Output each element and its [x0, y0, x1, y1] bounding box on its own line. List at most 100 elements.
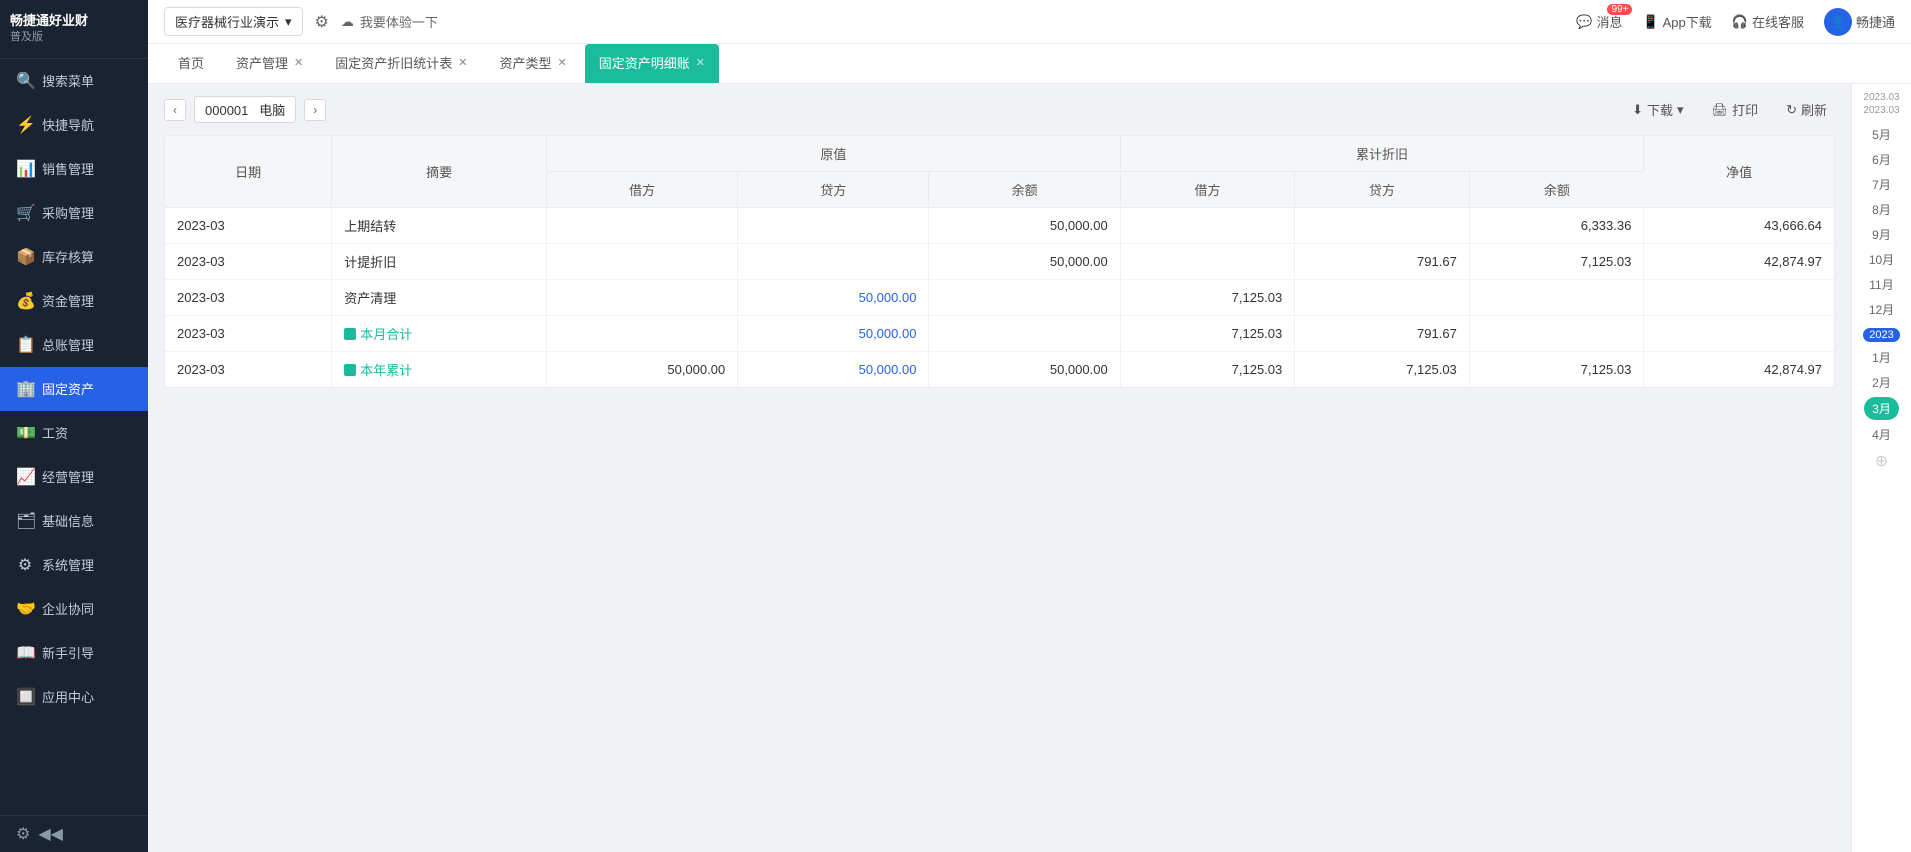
- timeline-month-item[interactable]: 11月: [1856, 272, 1907, 297]
- tab-asset-detail-close[interactable]: ✕: [696, 56, 705, 69]
- timeline-month-item[interactable]: 5月: [1856, 122, 1907, 147]
- sidebar-label-collab: 企业协同: [42, 599, 132, 618]
- sidebar-icon-apps: 🔲: [16, 687, 34, 707]
- cell-orig-debit: [546, 244, 737, 280]
- refresh-button[interactable]: ↻ 刷新: [1778, 96, 1835, 123]
- sidebar-item-quick-nav[interactable]: ⚡快捷导航: [0, 103, 148, 147]
- timeline-month-item[interactable]: 7月: [1856, 172, 1907, 197]
- tab-depreciation-stats[interactable]: 固定资产折旧统计表 ✕: [321, 44, 481, 83]
- cell-accum-debit: 7,125.03: [1120, 280, 1295, 316]
- tab-asset-mgmt-close[interactable]: ✕: [294, 56, 303, 69]
- sidebar-item-system[interactable]: ⚙系统管理: [0, 543, 148, 587]
- sidebar-label-purchase: 采购管理: [42, 203, 132, 222]
- next-asset-button[interactable]: ›: [304, 99, 326, 121]
- timeline-month-item[interactable]: 12月: [1856, 297, 1907, 322]
- cell-net-value: 42,874.97: [1644, 244, 1834, 280]
- avatar-icon: 👤: [1831, 15, 1846, 29]
- timeline-month-item[interactable]: 9月: [1856, 222, 1907, 247]
- cell-accum-credit: [1295, 280, 1470, 316]
- tab-asset-detail[interactable]: 固定资产明细账 ✕: [585, 44, 719, 83]
- cell-summary: 计提折旧: [332, 244, 547, 280]
- timeline-month-item[interactable]: 8月: [1856, 197, 1907, 222]
- cell-orig-balance: 50,000.00: [929, 244, 1120, 280]
- avatar: 👤: [1824, 8, 1852, 36]
- sidebar-item-search[interactable]: 🔍搜索菜单: [0, 59, 148, 103]
- sidebar-label-quick-nav: 快捷导航: [42, 115, 132, 134]
- timeline-month-item[interactable]: 10月: [1856, 247, 1907, 272]
- sidebar-item-base-info[interactable]: 🗂基础信息: [0, 499, 148, 543]
- tab-asset-mgmt[interactable]: 资产管理 ✕: [222, 44, 317, 83]
- sidebar-icon-purchase: 🛒: [16, 203, 34, 223]
- download-chevron: ▾: [1677, 102, 1684, 118]
- sidebar-icon-search: 🔍: [16, 71, 34, 91]
- sidebar-item-apps[interactable]: 🔲 应用中心: [0, 675, 148, 719]
- timeline-year-item[interactable]: 2023: [1856, 322, 1907, 345]
- cell-orig-credit: 50,000.00: [738, 352, 929, 388]
- tab-asset-type[interactable]: 资产类型 ✕: [485, 44, 580, 83]
- download-button[interactable]: ⬇ 下载 ▾: [1624, 96, 1691, 123]
- tabs-bar: 首页 资产管理 ✕ 固定资产折旧统计表 ✕ 资产类型 ✕ 固定资产明细账 ✕: [148, 44, 1911, 84]
- cell-accum-credit: 791.67: [1295, 244, 1470, 280]
- company-selector[interactable]: 医疗器械行业演示 ▾: [164, 7, 303, 36]
- settings-button[interactable]: ⚙: [315, 12, 329, 32]
- download-app-button[interactable]: 📱 App下载: [1642, 12, 1711, 31]
- th-accum-balance: 余额: [1469, 172, 1644, 208]
- sidebar-item-collab[interactable]: 🤝企业协同: [0, 587, 148, 631]
- sidebar-icon-ledger: 📋: [16, 335, 34, 355]
- sidebar-label-operations: 经营管理: [42, 467, 132, 486]
- experience-button[interactable]: ☁ 我要体验一下: [341, 12, 438, 31]
- tab-home[interactable]: 首页: [164, 44, 218, 83]
- app-edition: 普及版: [10, 30, 138, 45]
- cell-orig-balance: [929, 280, 1120, 316]
- sidebar-item-purchase[interactable]: 🛒 采购管理: [0, 191, 148, 235]
- timeline-month-item[interactable]: 6月: [1856, 147, 1907, 172]
- sidebar-item-fixed-assets[interactable]: 🏢固定资产: [0, 367, 148, 411]
- timeline-month-item[interactable]: 1月: [1856, 345, 1907, 370]
- cell-orig-debit: [546, 208, 737, 244]
- cell-accum-debit: [1120, 244, 1295, 280]
- sidebar-icon-inventory: 📦: [16, 247, 34, 267]
- timeline-month-item[interactable]: 4月: [1856, 422, 1907, 447]
- sidebar-item-guide[interactable]: 📖新手引导: [0, 631, 148, 675]
- sidebar-item-finance[interactable]: 💰资金管理: [0, 279, 148, 323]
- cell-date: 2023-03: [165, 352, 332, 388]
- timeline-down-arrow[interactable]: ⊕: [1875, 447, 1888, 475]
- sidebar-icon-fixed-assets: 🏢: [16, 379, 34, 399]
- sidebar-item-inventory[interactable]: 📦库存核算: [0, 235, 148, 279]
- sidebar-icon-operations: 📈: [16, 467, 34, 487]
- timeline-month-item[interactable]: 2月: [1856, 370, 1907, 395]
- sidebar-item-ledger[interactable]: 📋总账管理: [0, 323, 148, 367]
- timeline-panel: 2023.03 2023.03 5月6月7月8月9月10月11月12月20231…: [1851, 84, 1911, 852]
- summary-tag: 本年累计: [344, 360, 412, 379]
- sidebar-item-payroll[interactable]: 💵工资: [0, 411, 148, 455]
- cell-orig-credit: [738, 244, 929, 280]
- customer-service-button[interactable]: 🎧 在线客服: [1732, 12, 1804, 31]
- sidebar-item-operations[interactable]: 📈 经营管理: [0, 455, 148, 499]
- cell-net-value: 43,666.64: [1644, 208, 1834, 244]
- sidebar-item-sales[interactable]: 📊销售管理: [0, 147, 148, 191]
- timeline-active-month[interactable]: 3月: [1864, 397, 1899, 420]
- prev-asset-button[interactable]: ‹: [164, 99, 186, 121]
- collapse-icon[interactable]: ◀◀: [38, 824, 63, 844]
- table-body: 2023-03 上期结转 50,000.00 6,333.36 43,666.6…: [165, 208, 1834, 388]
- messages-button[interactable]: 💬 消息 99+: [1576, 12, 1622, 31]
- user-profile[interactable]: 👤 畅捷通: [1824, 8, 1895, 36]
- sidebar-icon-base-info: 🗂: [16, 511, 34, 531]
- tab-asset-type-close[interactable]: ✕: [558, 56, 567, 69]
- cell-net-value: [1644, 280, 1834, 316]
- cell-date: 2023-03: [165, 244, 332, 280]
- th-orig-credit: 贷方: [738, 172, 929, 208]
- cell-net-value: [1644, 316, 1834, 352]
- settings-icon[interactable]: ⚙: [16, 824, 30, 844]
- cell-accum-balance: 7,125.03: [1469, 244, 1644, 280]
- year-badge: 2023: [1863, 328, 1899, 342]
- summary-text: 资产清理: [344, 291, 396, 306]
- download-label: App下载: [1663, 12, 1712, 31]
- refresh-icon: ↻: [1786, 102, 1797, 118]
- cell-accum-debit: [1120, 208, 1295, 244]
- tab-depreciation-stats-close[interactable]: ✕: [458, 56, 467, 69]
- print-button[interactable]: 🖨 打印: [1704, 96, 1767, 123]
- sidebar-label-apps: 应用中心: [42, 687, 132, 706]
- content-main: ‹ 000001 电脑 › ⬇ 下载 ▾ 🖨 打印: [148, 84, 1851, 852]
- user-label: 畅捷通: [1856, 12, 1895, 31]
